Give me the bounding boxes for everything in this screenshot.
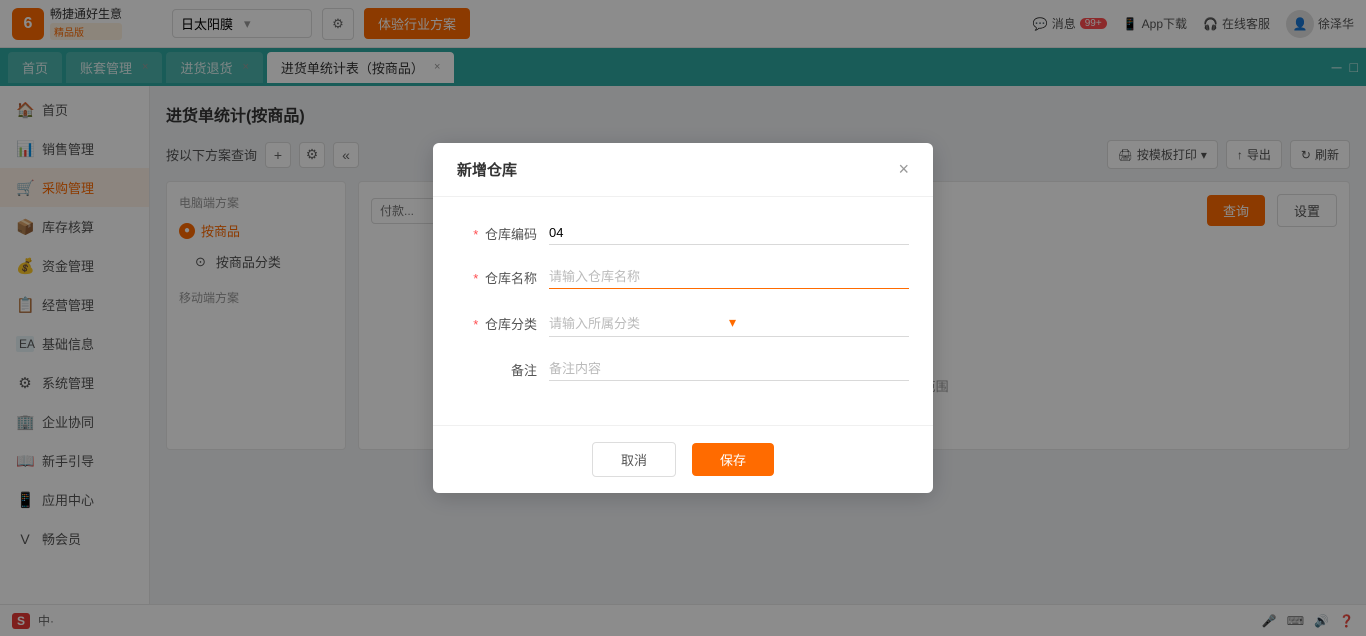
modal-footer: 取消 保存 [433,425,933,493]
save-button[interactable]: 保存 [692,443,774,476]
modal-close-button[interactable]: × [898,159,909,180]
add-warehouse-modal: 新增仓库 × * 仓库编码 * 仓库名称 [433,143,933,493]
category-dropdown-arrow: ▾ [729,314,909,331]
name-label: * 仓库名称 [457,268,537,287]
required-star-code: * [473,227,478,242]
category-label: * 仓库分类 [457,314,537,333]
warehouse-code-input[interactable] [549,221,909,245]
form-row-code: * 仓库编码 [457,221,909,245]
warehouse-category-select[interactable]: 请输入所属分类 ▾ [549,309,909,337]
note-label: 备注 [457,360,537,379]
form-row-category: * 仓库分类 请输入所属分类 ▾ [457,309,909,337]
modal-body: * 仓库编码 * 仓库名称 * 仓库分类 请输入所属 [433,197,933,425]
modal-overlay: 新增仓库 × * 仓库编码 * 仓库名称 [0,0,1366,636]
code-label: * 仓库编码 [457,224,537,243]
required-star-name: * [473,271,478,286]
warehouse-note-input[interactable] [549,357,909,381]
required-star-category: * [473,317,478,332]
category-placeholder: 请输入所属分类 [549,313,729,332]
modal-header: 新增仓库 × [433,143,933,197]
modal-title: 新增仓库 [457,159,517,180]
form-row-name: * 仓库名称 [457,265,909,289]
cancel-button[interactable]: 取消 [592,442,676,477]
form-row-note: 备注 [457,357,909,381]
warehouse-name-input[interactable] [549,265,909,289]
